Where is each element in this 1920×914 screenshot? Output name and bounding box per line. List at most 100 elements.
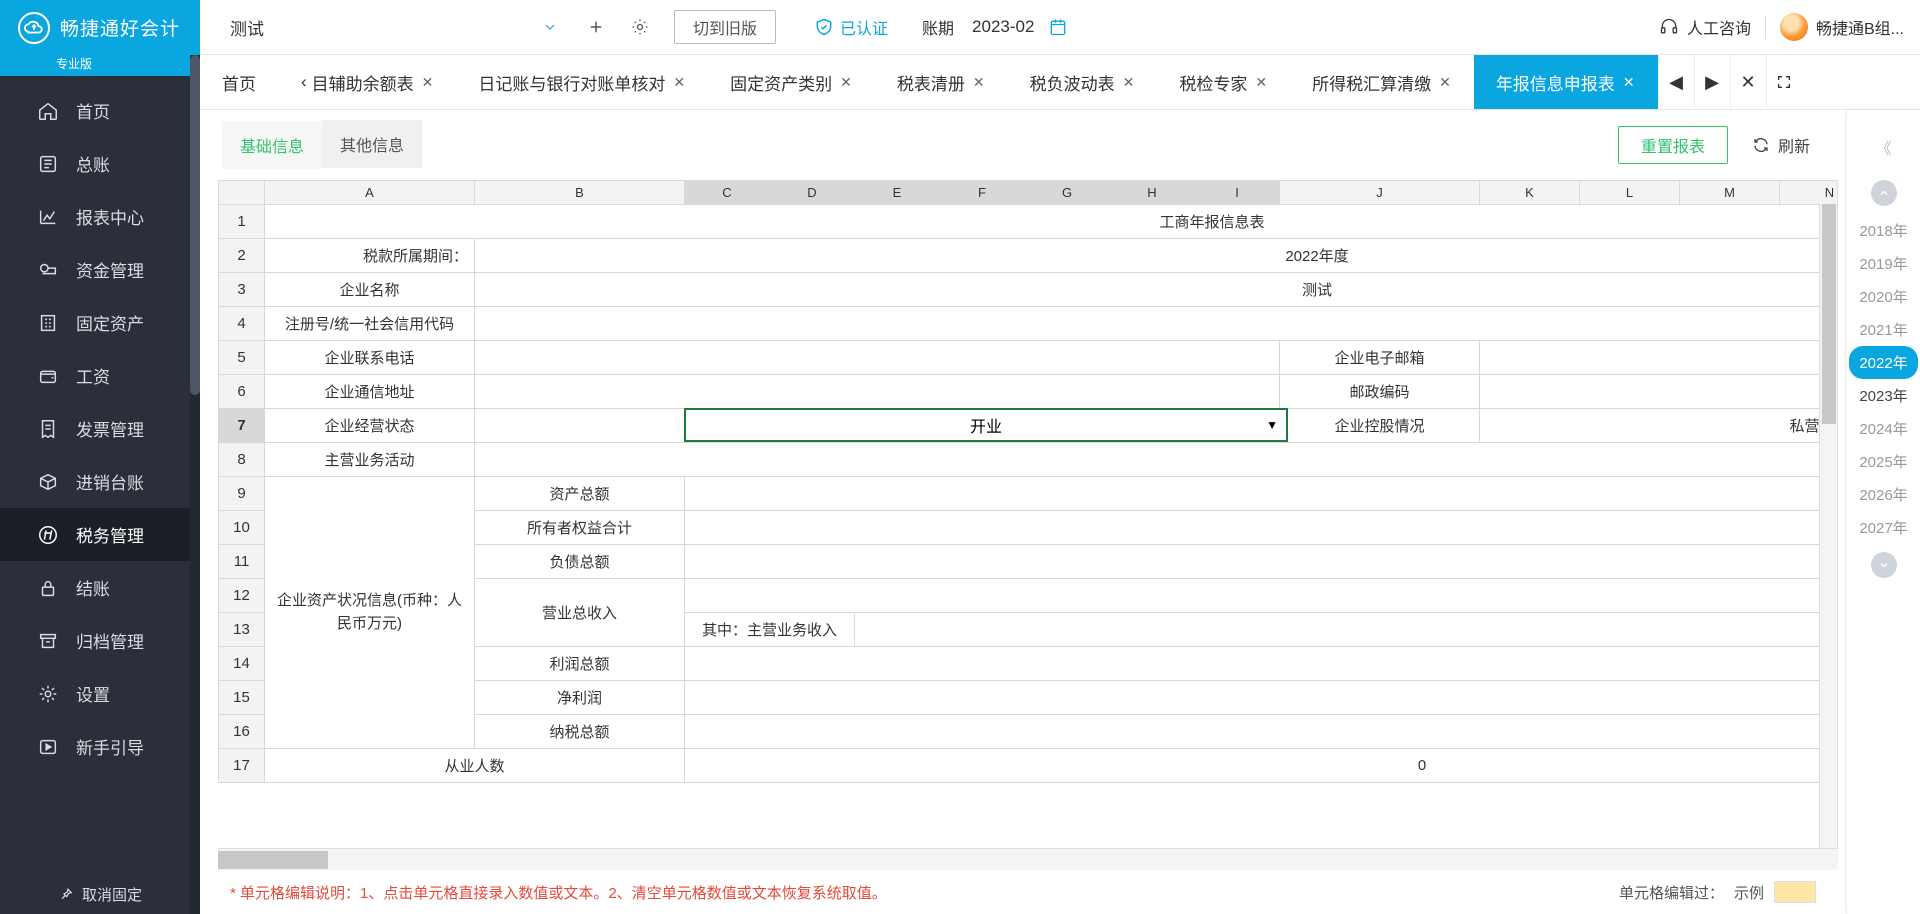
close-icon[interactable]: ✕ [973, 74, 985, 91]
year-item[interactable]: 2020年 [1849, 280, 1917, 313]
settings-button[interactable] [622, 9, 658, 45]
row-header[interactable]: 12 [219, 579, 265, 613]
nav-home[interactable]: 首页 [0, 84, 200, 137]
nav-salary[interactable]: 工资 [0, 349, 200, 402]
horizontal-scrollbar[interactable] [218, 848, 1838, 870]
col-header[interactable]: I [1195, 181, 1280, 205]
year-item[interactable]: 2024年 [1849, 412, 1917, 445]
col-header[interactable]: H [1110, 181, 1195, 205]
nav-tax[interactable]: 税务管理 [0, 508, 200, 561]
spreadsheet[interactable]: A B C D E F G H I J [218, 180, 1838, 848]
col-header[interactable]: A [265, 181, 475, 205]
tab-asset-category[interactable]: 固定资产类别✕ [708, 55, 875, 109]
logo[interactable]: 畅捷通好会计 [0, 0, 200, 55]
row-header[interactable]: 8 [219, 443, 265, 477]
mini-tab-basic[interactable]: 基础信息 [222, 121, 322, 169]
col-header[interactable]: K [1480, 181, 1580, 205]
row-header[interactable]: 14 [219, 647, 265, 681]
sidebar-scrollbar[interactable] [190, 55, 200, 914]
unpin-button[interactable]: 取消固定 [0, 874, 200, 914]
row-header[interactable]: 5 [219, 341, 265, 375]
nav-closing[interactable]: 结账 [0, 561, 200, 614]
close-icon[interactable]: ✕ [1439, 74, 1451, 91]
tab-tax-list[interactable]: 税表清册✕ [875, 55, 1008, 109]
refresh-button[interactable]: 刷新 [1752, 133, 1810, 157]
close-icon[interactable]: ✕ [1255, 74, 1267, 91]
tabs-next[interactable]: ▶ [1694, 55, 1730, 109]
row-header[interactable]: 17 [219, 749, 265, 783]
year-item[interactable]: 2018年 [1849, 214, 1917, 247]
nav-guide[interactable]: 新手引导 [0, 720, 200, 773]
col-header[interactable]: J [1280, 181, 1480, 205]
add-button[interactable] [578, 9, 614, 45]
close-icon[interactable]: ✕ [1123, 74, 1135, 91]
row-header[interactable]: 10 [219, 511, 265, 545]
row-header[interactable]: 4 [219, 307, 265, 341]
year-item[interactable]: 2026年 [1849, 478, 1917, 511]
col-header[interactable]: M [1680, 181, 1780, 205]
col-header[interactable]: G [1025, 181, 1110, 205]
nav-funds[interactable]: 资金管理 [0, 243, 200, 296]
tab-aux-balance[interactable]: ‹目辅助余额表✕ [279, 55, 456, 109]
user-menu[interactable]: 畅捷通B组... [1780, 13, 1904, 41]
panel-collapse[interactable]: 《 [1875, 122, 1893, 172]
col-header[interactable]: C [685, 181, 770, 205]
row-header[interactable]: 2 [219, 239, 265, 273]
col-header[interactable]: B [475, 181, 685, 205]
nav-settings[interactable]: 设置 [0, 667, 200, 720]
row-header[interactable]: 15 [219, 681, 265, 715]
row-header[interactable]: 1 [219, 205, 265, 239]
row-header[interactable]: 9 [219, 477, 265, 511]
nav-ledger[interactable]: 总账 [0, 137, 200, 190]
year-item[interactable]: 2023年 [1849, 379, 1917, 412]
tab-bank-recon[interactable]: 日记账与银行对账单核对✕ [456, 55, 708, 109]
sheet-title[interactable]: 工商年报信息表 [265, 205, 1839, 239]
tabs-close-all[interactable]: ✕ [1730, 55, 1766, 109]
fullscreen-button[interactable] [1766, 55, 1802, 109]
tabs-prev[interactable]: ◀ [1658, 55, 1694, 109]
close-icon[interactable]: ✕ [840, 74, 852, 91]
tab-tax-expert[interactable]: 税检专家✕ [1157, 55, 1290, 109]
year-next[interactable] [1871, 552, 1897, 578]
reset-button[interactable]: 重置报表 [1618, 126, 1728, 164]
vertical-scrollbar[interactable] [1819, 204, 1837, 848]
nav-inventory[interactable]: 进销台账 [0, 455, 200, 508]
nav-invoice[interactable]: 发票管理 [0, 402, 200, 455]
col-header[interactable]: D [770, 181, 855, 205]
row-header[interactable]: 7 [219, 409, 265, 443]
row-header[interactable]: 6 [219, 375, 265, 409]
year-item[interactable]: 2027年 [1849, 511, 1917, 544]
year-item[interactable]: 2019年 [1849, 247, 1917, 280]
close-icon[interactable]: ✕ [673, 74, 685, 91]
row-header[interactable]: 13 [219, 613, 265, 647]
calendar-icon[interactable] [1048, 17, 1068, 37]
period-label: 账期 [922, 15, 954, 39]
col-header[interactable]: F [940, 181, 1025, 205]
row-header[interactable]: 3 [219, 273, 265, 307]
col-header[interactable]: E [855, 181, 940, 205]
year-prev[interactable] [1871, 180, 1897, 206]
tab-home[interactable]: 首页 [200, 55, 279, 109]
select-all-cell[interactable] [219, 181, 265, 205]
mini-tab-other[interactable]: 其他信息 [322, 120, 422, 168]
row-header[interactable]: 11 [219, 545, 265, 579]
tab-tax-trend[interactable]: 税负波动表✕ [1008, 55, 1158, 109]
nav-archive[interactable]: 归档管理 [0, 614, 200, 667]
year-item[interactable]: 2025年 [1849, 445, 1917, 478]
close-icon[interactable]: ✕ [422, 74, 434, 91]
col-header[interactable]: N [1780, 181, 1839, 205]
close-icon[interactable]: ✕ [1623, 74, 1635, 91]
status-cell[interactable] [475, 409, 1280, 443]
verified-badge[interactable]: 已认证 [814, 15, 888, 39]
year-item[interactable]: 2022年 [1849, 346, 1917, 379]
consult-button[interactable]: 人工咨询 [1659, 15, 1751, 39]
row-header[interactable]: 16 [219, 715, 265, 749]
year-item[interactable]: 2021年 [1849, 313, 1917, 346]
switch-old-button[interactable]: 切到旧版 [674, 10, 776, 44]
col-header[interactable]: L [1580, 181, 1680, 205]
tab-annual-report[interactable]: 年报信息申报表✕ [1474, 55, 1658, 109]
nav-assets[interactable]: 固定资产 [0, 296, 200, 349]
nav-reports[interactable]: 报表中心 [0, 190, 200, 243]
tab-income-tax[interactable]: 所得税汇算清缴✕ [1290, 55, 1474, 109]
company-dropdown[interactable]: 测试 [230, 9, 570, 45]
